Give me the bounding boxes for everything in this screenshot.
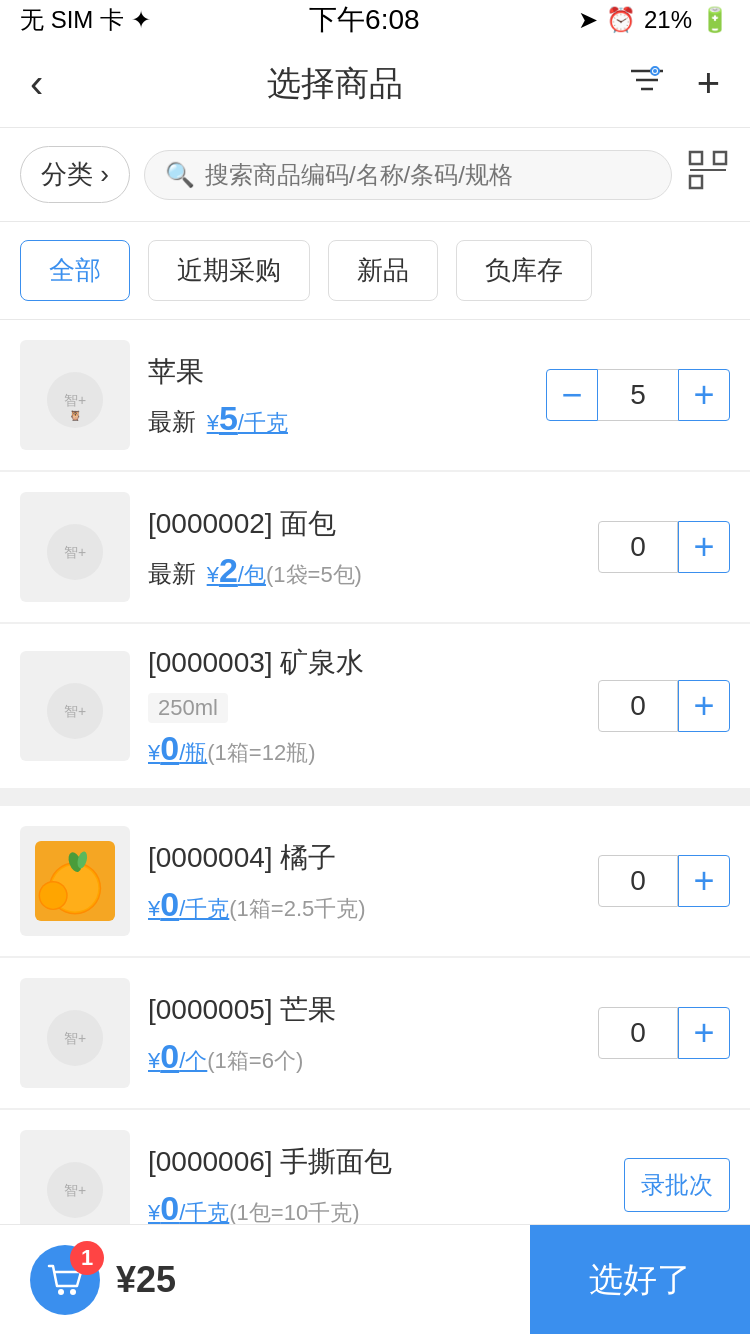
product-item-0000001: 智+ 🦉 苹果 最新 ¥5/千克 − + [0,320,750,470]
battery-icon: 🔋 [700,6,730,34]
product-price-0000005: ¥0/个(1箱=6个) [148,1037,580,1076]
qty-minus-0000001[interactable]: − [546,369,598,421]
cart-button[interactable]: 1 [30,1245,100,1315]
tab-bar: 全部 近期采购 新品 负库存 [0,222,750,320]
svg-text:智+: 智+ [64,544,86,560]
svg-text:智+: 智+ [64,1030,86,1046]
category-button[interactable]: 分类 › [20,146,130,203]
product-name-0000005: [0000005] 芒果 [148,991,580,1029]
search-input[interactable] [205,161,651,189]
product-info-0000006: [0000006] 手撕面包 ¥0/千克(1包=10千克) [148,1143,606,1228]
qty-control-0000003: + [598,680,730,732]
product-info-0000002: [0000002] 面包 最新 ¥2/包(1袋=5包) [148,505,580,590]
product-info-0000001: 苹果 最新 ¥5/千克 [148,353,528,438]
search-icon: 🔍 [165,161,195,189]
product-price-0000002: 最新 ¥2/包(1袋=5包) [148,551,580,590]
status-bar: 无 SIM 卡 ✦ 下午6:08 ➤ ⏰ 21% 🔋 [0,0,750,40]
divider-1 [0,790,750,806]
product-name-0000004: [0000004] 橘子 [148,839,580,877]
svg-point-31 [70,1289,76,1295]
status-left: 无 SIM 卡 ✦ [20,4,151,36]
product-list: 智+ 🦉 苹果 最新 ¥5/千克 − + 智+ [0000002] 面包 [0,320,750,1332]
qty-control-0000004: + [598,855,730,907]
product-thumb-0000001: 智+ 🦉 [20,340,130,450]
product-name-0000001: 苹果 [148,353,528,391]
product-price-0000004: ¥0/千克(1箱=2.5千克) [148,885,580,924]
product-thumb-0000005: 智+ [20,978,130,1088]
tab-all[interactable]: 全部 [20,240,130,301]
cart-badge: 1 [70,1241,104,1275]
product-price-0000001: 最新 ¥5/千克 [148,399,528,438]
product-price-0000003: ¥0/瓶(1箱=12瓶) [148,729,580,768]
qty-control-0000002: + [598,521,730,573]
tab-new[interactable]: 新品 [328,240,438,301]
status-time: 下午6:08 [309,1,420,39]
product-item-0000003: 智+ [0000003] 矿泉水 250ml ¥0/瓶(1箱=12瓶) + [0,624,750,788]
svg-text:智+: 智+ [64,703,86,719]
alarm-icon: ⏰ [606,6,636,34]
page-title: 选择商品 [267,61,403,107]
bottom-bar: 1 ¥25 选好了 [0,1224,750,1334]
header: ‹ 选择商品 + [0,40,750,128]
product-thumb-0000002: 智+ [20,492,130,602]
svg-rect-5 [690,152,702,164]
tab-recent[interactable]: 近期采购 [148,240,310,301]
filter-bar: 分类 › 🔍 [0,128,750,222]
product-name-0000006: [0000006] 手撕面包 [148,1143,606,1181]
status-right: ➤ ⏰ 21% 🔋 [578,6,730,34]
product-spec-0000003: 250ml [148,693,228,723]
qty-control-0000005: + [598,1007,730,1059]
confirm-button[interactable]: 选好了 [530,1225,750,1335]
product-info-0000004: [0000004] 橘子 ¥0/千克(1箱=2.5千克) [148,839,580,924]
product-thumb-0000004 [20,826,130,936]
svg-text:智+: 智+ [64,392,86,408]
product-info-0000005: [0000005] 芒果 ¥0/个(1箱=6个) [148,991,580,1076]
product-name-0000002: [0000002] 面包 [148,505,580,543]
product-price-0000006: ¥0/千克(1包=10千克) [148,1189,606,1228]
svg-rect-6 [714,152,726,164]
svg-rect-7 [690,176,702,188]
batch-button-0000006[interactable]: 录批次 [624,1158,730,1212]
product-item-0000005: 智+ [0000005] 芒果 ¥0/个(1箱=6个) + [0,958,750,1108]
product-item-0000002: 智+ [0000002] 面包 最新 ¥2/包(1袋=5包) + [0,472,750,622]
cart-section: 1 ¥25 [0,1245,530,1315]
cart-total: ¥25 [116,1259,176,1301]
qty-plus-0000001[interactable]: + [678,369,730,421]
search-container: 🔍 [144,150,672,200]
location-icon: ➤ [578,6,598,34]
qty-plus-0000002[interactable]: + [678,521,730,573]
qty-plus-0000005[interactable]: + [678,1007,730,1059]
product-thumb-0000003: 智+ [20,651,130,761]
header-actions: + [627,61,720,106]
qty-input-0000004[interactable] [598,855,678,907]
product-item-0000004: [0000004] 橘子 ¥0/千克(1箱=2.5千克) + [0,806,750,956]
qty-input-0000002[interactable] [598,521,678,573]
qty-control-0000001: − + [546,369,730,421]
qty-plus-0000003[interactable]: + [678,680,730,732]
svg-point-21 [40,882,66,908]
tab-negative[interactable]: 负库存 [456,240,592,301]
signal-text: 无 SIM 卡 ✦ [20,4,151,36]
battery-text: 21% [644,6,692,34]
svg-point-30 [58,1289,64,1295]
qty-input-0000003[interactable] [598,680,678,732]
back-button[interactable]: ‹ [30,61,43,106]
svg-text:智+: 智+ [64,1182,86,1198]
product-info-0000003: [0000003] 矿泉水 250ml ¥0/瓶(1箱=12瓶) [148,644,580,768]
qty-input-0000005[interactable] [598,1007,678,1059]
qty-plus-0000004[interactable]: + [678,855,730,907]
filter-icon[interactable] [627,63,667,105]
svg-point-4 [653,69,657,73]
svg-text:🦉: 🦉 [69,409,82,422]
qty-input-0000001[interactable] [598,369,678,421]
product-name-0000003: [0000003] 矿泉水 [148,644,580,682]
add-icon[interactable]: + [697,61,720,106]
scan-icon[interactable] [686,148,730,201]
